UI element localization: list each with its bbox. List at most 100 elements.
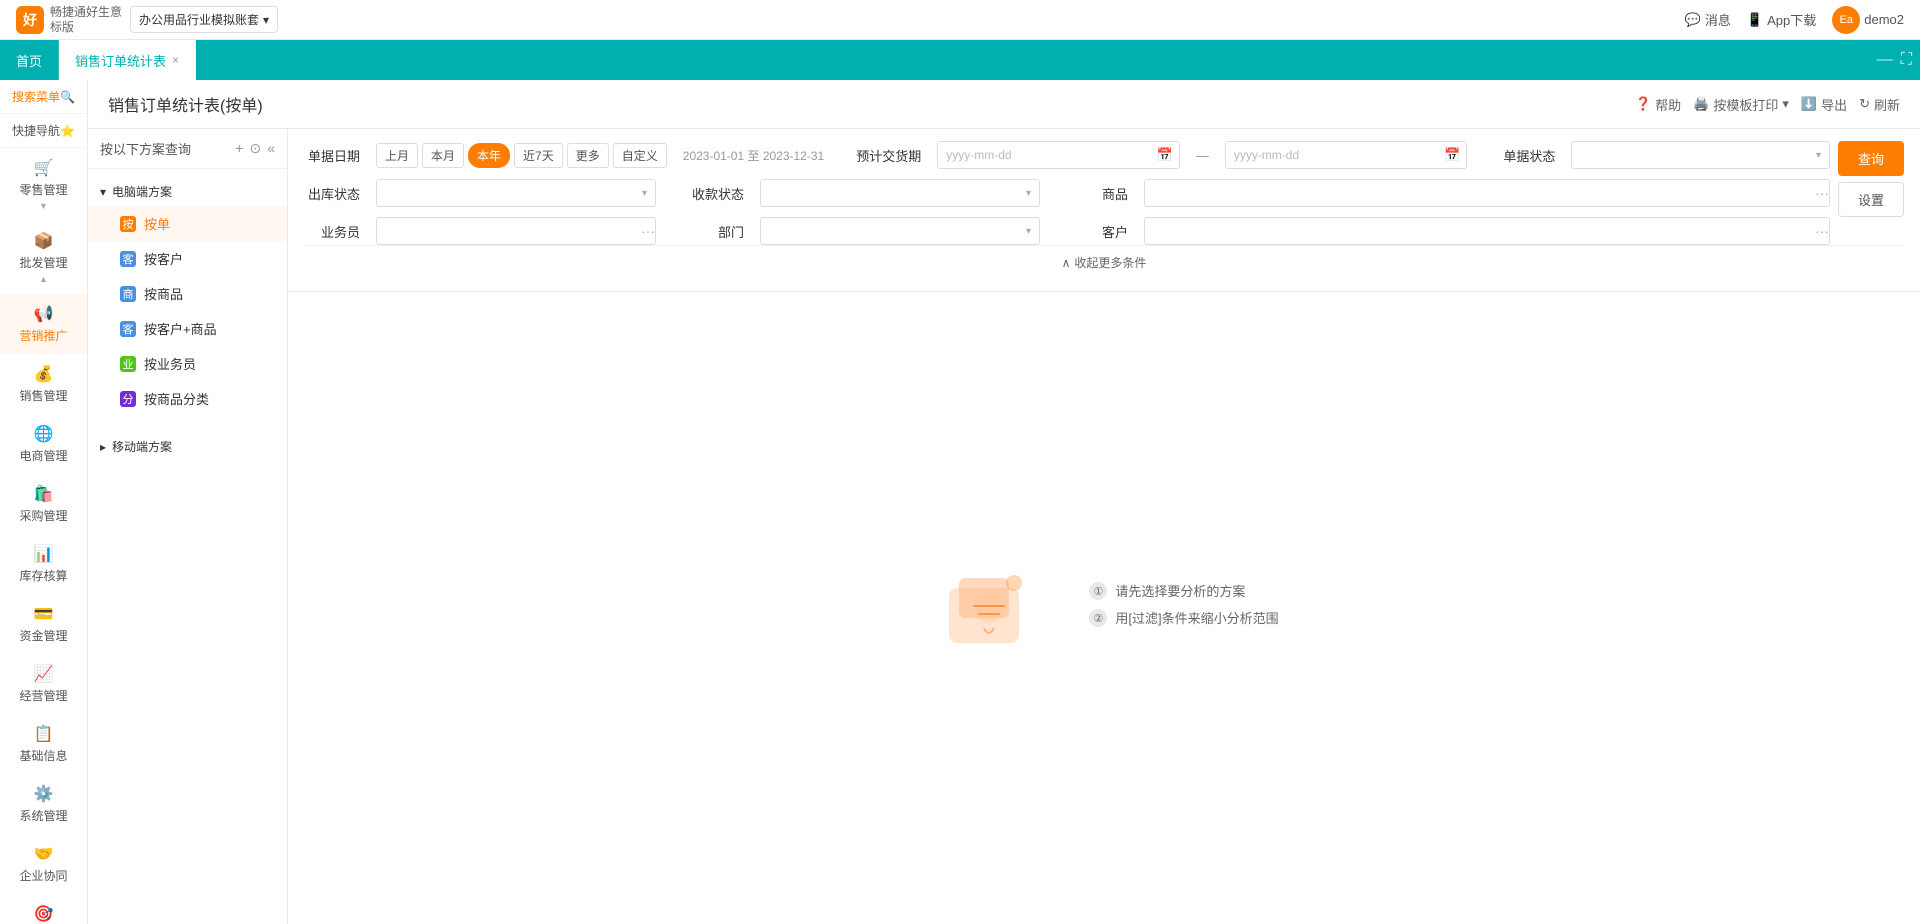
product-input[interactable] [1145,186,1815,200]
help-button[interactable]: ❓ 帮助 [1635,95,1681,114]
collapse-bar[interactable]: ∧ 收起更多条件 [304,245,1904,279]
empty-area: ① 请先选择要分析的方案 ② 用[过滤]条件来缩小分析范围 [288,292,1920,924]
scheme-item-by-product[interactable]: 商 按商品 [88,276,287,311]
minimize-icon[interactable]: — [1877,51,1893,69]
maximize-icon[interactable]: ⛶ [1901,51,1912,69]
print-button[interactable]: 🖨️ 按模板打印 ▾ [1693,95,1789,114]
product-input-wrap[interactable]: ··· [1144,179,1830,207]
company-dropdown[interactable]: 办公用品行业模拟账套 ▾ [130,6,278,33]
collapse-scheme-button[interactable]: « [267,140,275,157]
salesman-input-wrap[interactable]: ··· [376,217,656,245]
sidebar-item-marketing[interactable]: 📢 营销推广 [0,294,87,354]
expected-date-from-input[interactable] [938,148,1150,162]
sidebar-item-ecommerce[interactable]: 🌐 电商管理 [0,414,87,474]
scheme-item-by-salesman[interactable]: 业 按业务员 [88,346,287,381]
empty-tip-2: ② 用[过滤]条件来缩小分析范围 [1089,608,1278,627]
sidebar: 搜索菜单 🔍 快捷导航 ⭐ 🛒 零售管理 ▼ 📦 批发管理 ▲ 📢 营销推广 [0,80,88,924]
payment-status-select[interactable]: ▾ [760,179,1040,207]
tab-close-icon[interactable]: × [172,53,179,67]
app-download-button[interactable]: 📱 App下载 [1747,10,1816,29]
customer-input-wrap[interactable]: ··· [1144,217,1830,245]
chevron-down-icon: ▾ [1026,188,1031,199]
chevron-down-icon: ▾ [1782,96,1789,112]
scheme-settings-button[interactable]: ⊙ [249,140,261,157]
quick-nav-item[interactable]: 快捷导航 ⭐ [0,114,87,148]
scheme-item-icon-customer: 客 [120,251,136,267]
user-area[interactable]: Ea demo2 [1832,6,1904,34]
export-button[interactable]: ⬇️ 导出 [1801,95,1847,114]
date-btn-this-month[interactable]: 本月 [422,143,464,168]
settings-button[interactable]: 设置 [1838,182,1904,217]
scheme-group-mobile: ▸ 移动端方案 [88,424,287,469]
expected-date-to[interactable]: 📅 [1225,141,1468,169]
sidebar-item-inventory[interactable]: 📊 库存核算 [0,534,87,594]
sidebar-item-finance[interactable]: 💳 资金管理 [0,594,87,654]
out-status-select[interactable]: ▾ [376,179,656,207]
empty-tip-1: ① 请先选择要分析的方案 [1089,581,1278,600]
payment-status-label: 收款状态 [688,184,744,203]
sidebar-item-purchase[interactable]: 🛍️ 采购管理 [0,474,87,534]
empty-tips: ① 请先选择要分析的方案 ② 用[过滤]条件来缩小分析范围 [1089,581,1278,635]
sidebar-item-basic[interactable]: 📋 基础信息 [0,714,87,774]
date-btn-custom[interactable]: 自定义 [613,143,667,168]
product-label: 商品 [1072,184,1128,203]
chevron-right-icon: ▸ [100,440,106,454]
scheme-item-by-cust-prod[interactable]: 客 按客户+商品 [88,311,287,346]
tab-sales-order[interactable]: 销售订单统计表 × [59,40,196,80]
date-btn-more[interactable]: 更多 [567,143,609,168]
calendar-icon-1: 📅 [1151,147,1179,163]
sidebar-item-operation[interactable]: 📈 经营管理 [0,654,87,714]
sidebar-item-enterprise[interactable]: 🤝 企业协同 [0,834,87,894]
sidebar-item-retail[interactable]: 🛒 零售管理 ▼ [0,148,87,221]
refresh-button[interactable]: ↻ 刷新 [1859,95,1900,114]
sidebar-item-wholesale[interactable]: 📦 批发管理 ▲ [0,221,87,294]
query-button[interactable]: 查询 [1838,141,1904,176]
logo-text: 畅捷通好生意 标版 [50,5,122,34]
page-title: 销售订单统计表(按单) [108,92,263,116]
inventory-icon: 📊 [34,544,54,564]
sidebar-item-system[interactable]: ⚙️ 系统管理 [0,774,87,834]
filter-action-buttons: 查询 设置 [1838,141,1904,217]
sidebar-item-sales[interactable]: 💰 销售管理 [0,354,87,414]
add-scheme-button[interactable]: + [235,140,243,157]
search-menu-item[interactable]: 搜索菜单 🔍 [0,80,87,114]
sidebar-item-newuser[interactable]: 🎯 新手引导 [0,894,87,924]
salesman-more-icon[interactable]: ··· [641,223,655,239]
page-header-actions: ❓ 帮助 🖨️ 按模板打印 ▾ ⬇️ 导出 ↻ 刷新 [1635,95,1900,114]
expected-date-from[interactable]: 📅 [937,141,1180,169]
arrow-icon: ▼ [39,201,48,211]
filter-section: 单据日期 上月 本月 本年 近7天 更多 自定义 2023-01-01 至 20… [288,129,1920,292]
logo-icon: 好 [16,6,44,34]
scheme-item-by-customer[interactable]: 客 按客户 [88,241,287,276]
avatar: Ea [1832,6,1860,34]
status-label: 单据状态 [1499,146,1555,165]
salesman-input[interactable] [377,224,641,238]
scheme-item-by-category[interactable]: 分 按商品分类 [88,381,287,416]
print-icon: 🖨️ [1693,96,1709,112]
tip-number-2: ② [1089,609,1107,627]
finance-icon: 💳 [34,604,54,624]
expected-date-to-input[interactable] [1226,148,1438,162]
date-btn-last-month[interactable]: 上月 [376,143,418,168]
main-layout: 搜索菜单 🔍 快捷导航 ⭐ 🛒 零售管理 ▼ 📦 批发管理 ▲ 📢 营销推广 [0,80,1920,924]
chevron-down-icon: ▾ [1026,226,1031,237]
page-header: 销售订单统计表(按单) ❓ 帮助 🖨️ 按模板打印 ▾ ⬇️ 导出 ↻ 刷新 [88,80,1920,129]
date-btn-this-year[interactable]: 本年 [468,143,510,168]
scheme-group-desktop-title[interactable]: ▾ 电脑端方案 [88,177,287,206]
content-area: 销售订单统计表(按单) ❓ 帮助 🖨️ 按模板打印 ▾ ⬇️ 导出 ↻ 刷新 [88,80,1920,924]
date-btn-7days[interactable]: 近7天 [514,143,563,168]
tab-home[interactable]: 首页 [0,40,59,80]
scheme-item-by-order[interactable]: 按 按单 [88,206,287,241]
customer-input[interactable] [1145,224,1815,238]
message-button[interactable]: 💬 消息 [1685,10,1731,29]
status-select[interactable]: ▾ [1571,141,1830,169]
scheme-panel: 按以下方案查询 + ⊙ « ▾ 电脑端方案 按 按单 [88,129,288,924]
filter-row-2: 出库状态 ▾ 收款状态 ▾ 商品 [304,179,1830,207]
date-label: 单据日期 [304,146,360,165]
product-more-icon[interactable]: ··· [1815,185,1829,201]
collapse-icon: ∧ [1062,256,1071,270]
export-icon: ⬇️ [1801,96,1817,112]
scheme-group-mobile-title[interactable]: ▸ 移动端方案 [88,432,287,461]
department-select[interactable]: ▾ [760,217,1040,245]
customer-more-icon[interactable]: ··· [1815,223,1829,239]
